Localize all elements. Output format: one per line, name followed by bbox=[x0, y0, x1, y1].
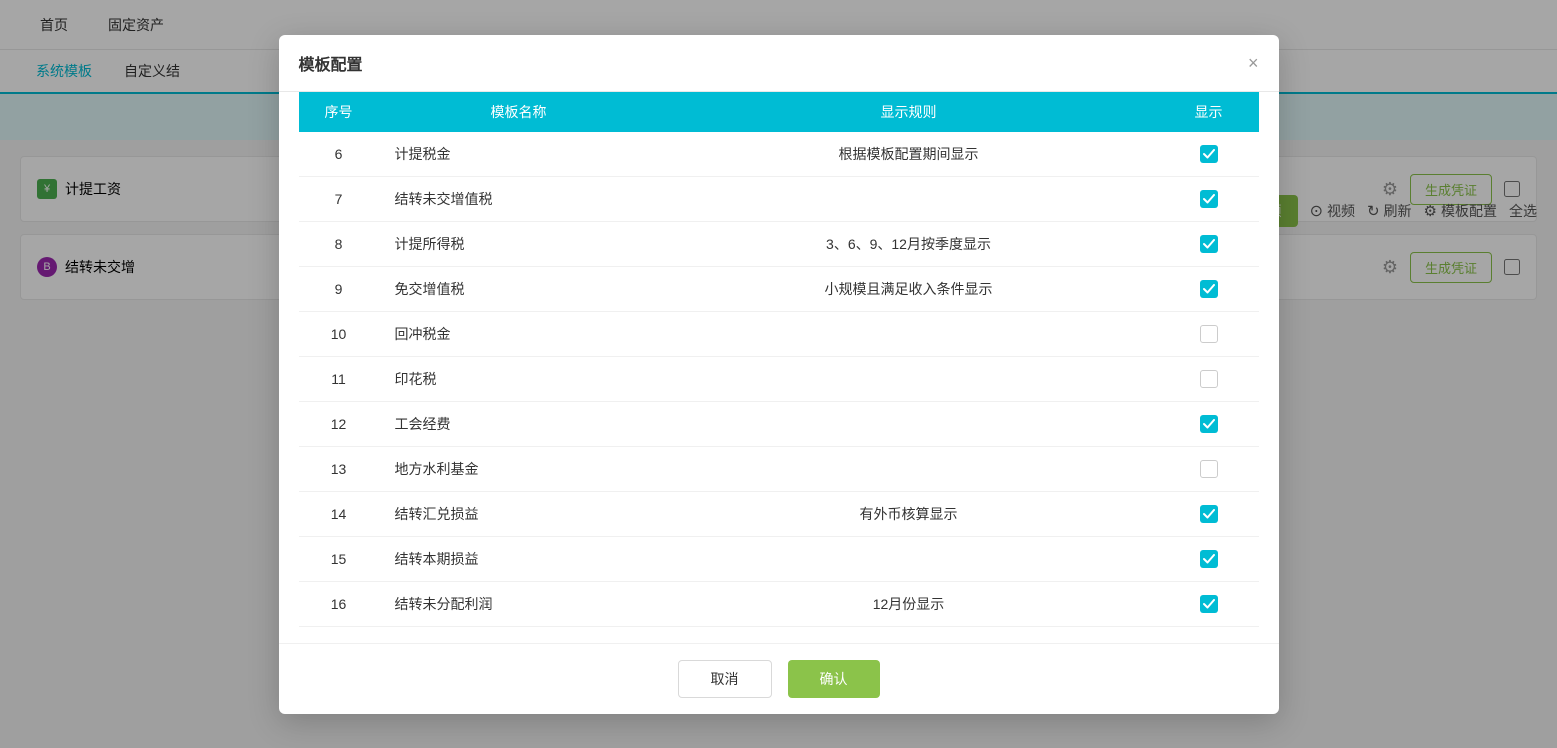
table-row: 12工会经费 bbox=[299, 401, 1259, 446]
cancel-button[interactable]: 取消 bbox=[678, 660, 772, 698]
row-checkbox-cell bbox=[1159, 401, 1259, 446]
row-id: 14 bbox=[299, 491, 379, 536]
table-row: 15结转本期损益 bbox=[299, 536, 1259, 581]
checkbox-wrap bbox=[1175, 145, 1243, 163]
row-rule bbox=[659, 446, 1159, 491]
row-id: 12 bbox=[299, 401, 379, 446]
row-rule: 有外币核算显示 bbox=[659, 491, 1159, 536]
checkbox-wrap bbox=[1175, 505, 1243, 523]
row-id: 6 bbox=[299, 132, 379, 177]
row-name: 印花税 bbox=[379, 356, 659, 401]
modal-overlay: 模板配置 × 序号 模板名称 显示规则 显示 6计提税金根据模板配置期间显示7结… bbox=[0, 0, 1557, 748]
checkbox-unchecked-icon[interactable] bbox=[1200, 325, 1218, 343]
row-checkbox-cell bbox=[1159, 581, 1259, 626]
row-rule bbox=[659, 176, 1159, 221]
checkbox-wrap bbox=[1175, 325, 1243, 343]
row-id: 9 bbox=[299, 266, 379, 311]
row-rule bbox=[659, 311, 1159, 356]
row-checkbox-cell bbox=[1159, 221, 1259, 266]
checkbox-checked-icon[interactable] bbox=[1200, 595, 1218, 613]
row-name: 工会经费 bbox=[379, 401, 659, 446]
col-header-name: 模板名称 bbox=[379, 92, 659, 132]
table-row: 13地方水利基金 bbox=[299, 446, 1259, 491]
checkbox-checked-icon[interactable] bbox=[1200, 280, 1218, 298]
checkbox-checked-icon[interactable] bbox=[1200, 415, 1218, 433]
checkbox-checked-icon[interactable] bbox=[1200, 550, 1218, 568]
row-id: 7 bbox=[299, 176, 379, 221]
table-row: 11印花税 bbox=[299, 356, 1259, 401]
row-checkbox-cell bbox=[1159, 356, 1259, 401]
checkbox-wrap bbox=[1175, 235, 1243, 253]
checkbox-wrap bbox=[1175, 415, 1243, 433]
row-checkbox-cell bbox=[1159, 446, 1259, 491]
col-header-rule: 显示规则 bbox=[659, 92, 1159, 132]
checkbox-checked-icon[interactable] bbox=[1200, 190, 1218, 208]
checkbox-wrap bbox=[1175, 370, 1243, 388]
row-rule: 3、6、9、12月按季度显示 bbox=[659, 221, 1159, 266]
config-table: 序号 模板名称 显示规则 显示 6计提税金根据模板配置期间显示7结转未交增值税8… bbox=[299, 92, 1259, 627]
row-id: 16 bbox=[299, 581, 379, 626]
row-checkbox-cell bbox=[1159, 536, 1259, 581]
row-id: 15 bbox=[299, 536, 379, 581]
row-rule: 根据模板配置期间显示 bbox=[659, 132, 1159, 177]
modal-title: 模板配置 bbox=[299, 51, 363, 75]
row-id: 13 bbox=[299, 446, 379, 491]
checkbox-wrap bbox=[1175, 550, 1243, 568]
row-name: 计提税金 bbox=[379, 132, 659, 177]
checkbox-wrap bbox=[1175, 190, 1243, 208]
table-row: 16结转未分配利润12月份显示 bbox=[299, 581, 1259, 626]
checkbox-checked-icon[interactable] bbox=[1200, 145, 1218, 163]
modal: 模板配置 × 序号 模板名称 显示规则 显示 6计提税金根据模板配置期间显示7结… bbox=[279, 35, 1279, 714]
row-id: 11 bbox=[299, 356, 379, 401]
row-name: 计提所得税 bbox=[379, 221, 659, 266]
modal-footer: 取消 确认 bbox=[279, 643, 1279, 714]
row-checkbox-cell bbox=[1159, 176, 1259, 221]
row-rule: 小规模且满足收入条件显示 bbox=[659, 266, 1159, 311]
checkbox-unchecked-icon[interactable] bbox=[1200, 460, 1218, 478]
table-header: 序号 模板名称 显示规则 显示 bbox=[299, 92, 1259, 132]
row-name: 结转汇兑损益 bbox=[379, 491, 659, 536]
checkbox-checked-icon[interactable] bbox=[1200, 235, 1218, 253]
modal-header: 模板配置 × bbox=[279, 35, 1279, 92]
checkbox-wrap bbox=[1175, 280, 1243, 298]
checkbox-wrap bbox=[1175, 460, 1243, 478]
table-row: 10回冲税金 bbox=[299, 311, 1259, 356]
row-rule: 12月份显示 bbox=[659, 581, 1159, 626]
table-body: 6计提税金根据模板配置期间显示7结转未交增值税8计提所得税3、6、9、12月按季… bbox=[299, 132, 1259, 627]
checkbox-wrap bbox=[1175, 595, 1243, 613]
close-button[interactable]: × bbox=[1248, 54, 1259, 72]
table-row: 7结转未交增值税 bbox=[299, 176, 1259, 221]
table-row: 8计提所得税3、6、9、12月按季度显示 bbox=[299, 221, 1259, 266]
checkbox-checked-icon[interactable] bbox=[1200, 505, 1218, 523]
row-checkbox-cell bbox=[1159, 491, 1259, 536]
row-name: 结转本期损益 bbox=[379, 536, 659, 581]
row-rule bbox=[659, 356, 1159, 401]
row-name: 回冲税金 bbox=[379, 311, 659, 356]
col-header-id: 序号 bbox=[299, 92, 379, 132]
row-name: 免交增值税 bbox=[379, 266, 659, 311]
table-row: 14结转汇兑损益有外币核算显示 bbox=[299, 491, 1259, 536]
row-checkbox-cell bbox=[1159, 311, 1259, 356]
row-name: 地方水利基金 bbox=[379, 446, 659, 491]
row-id: 10 bbox=[299, 311, 379, 356]
row-name: 结转未交增值税 bbox=[379, 176, 659, 221]
col-header-display: 显示 bbox=[1159, 92, 1259, 132]
row-rule bbox=[659, 401, 1159, 446]
row-checkbox-cell bbox=[1159, 266, 1259, 311]
table-row: 9免交增值税小规模且满足收入条件显示 bbox=[299, 266, 1259, 311]
row-checkbox-cell bbox=[1159, 132, 1259, 177]
row-rule bbox=[659, 536, 1159, 581]
checkbox-unchecked-icon[interactable] bbox=[1200, 370, 1218, 388]
table-row: 6计提税金根据模板配置期间显示 bbox=[299, 132, 1259, 177]
confirm-button[interactable]: 确认 bbox=[788, 660, 880, 698]
modal-body: 序号 模板名称 显示规则 显示 6计提税金根据模板配置期间显示7结转未交增值税8… bbox=[279, 92, 1279, 643]
row-name: 结转未分配利润 bbox=[379, 581, 659, 626]
row-id: 8 bbox=[299, 221, 379, 266]
